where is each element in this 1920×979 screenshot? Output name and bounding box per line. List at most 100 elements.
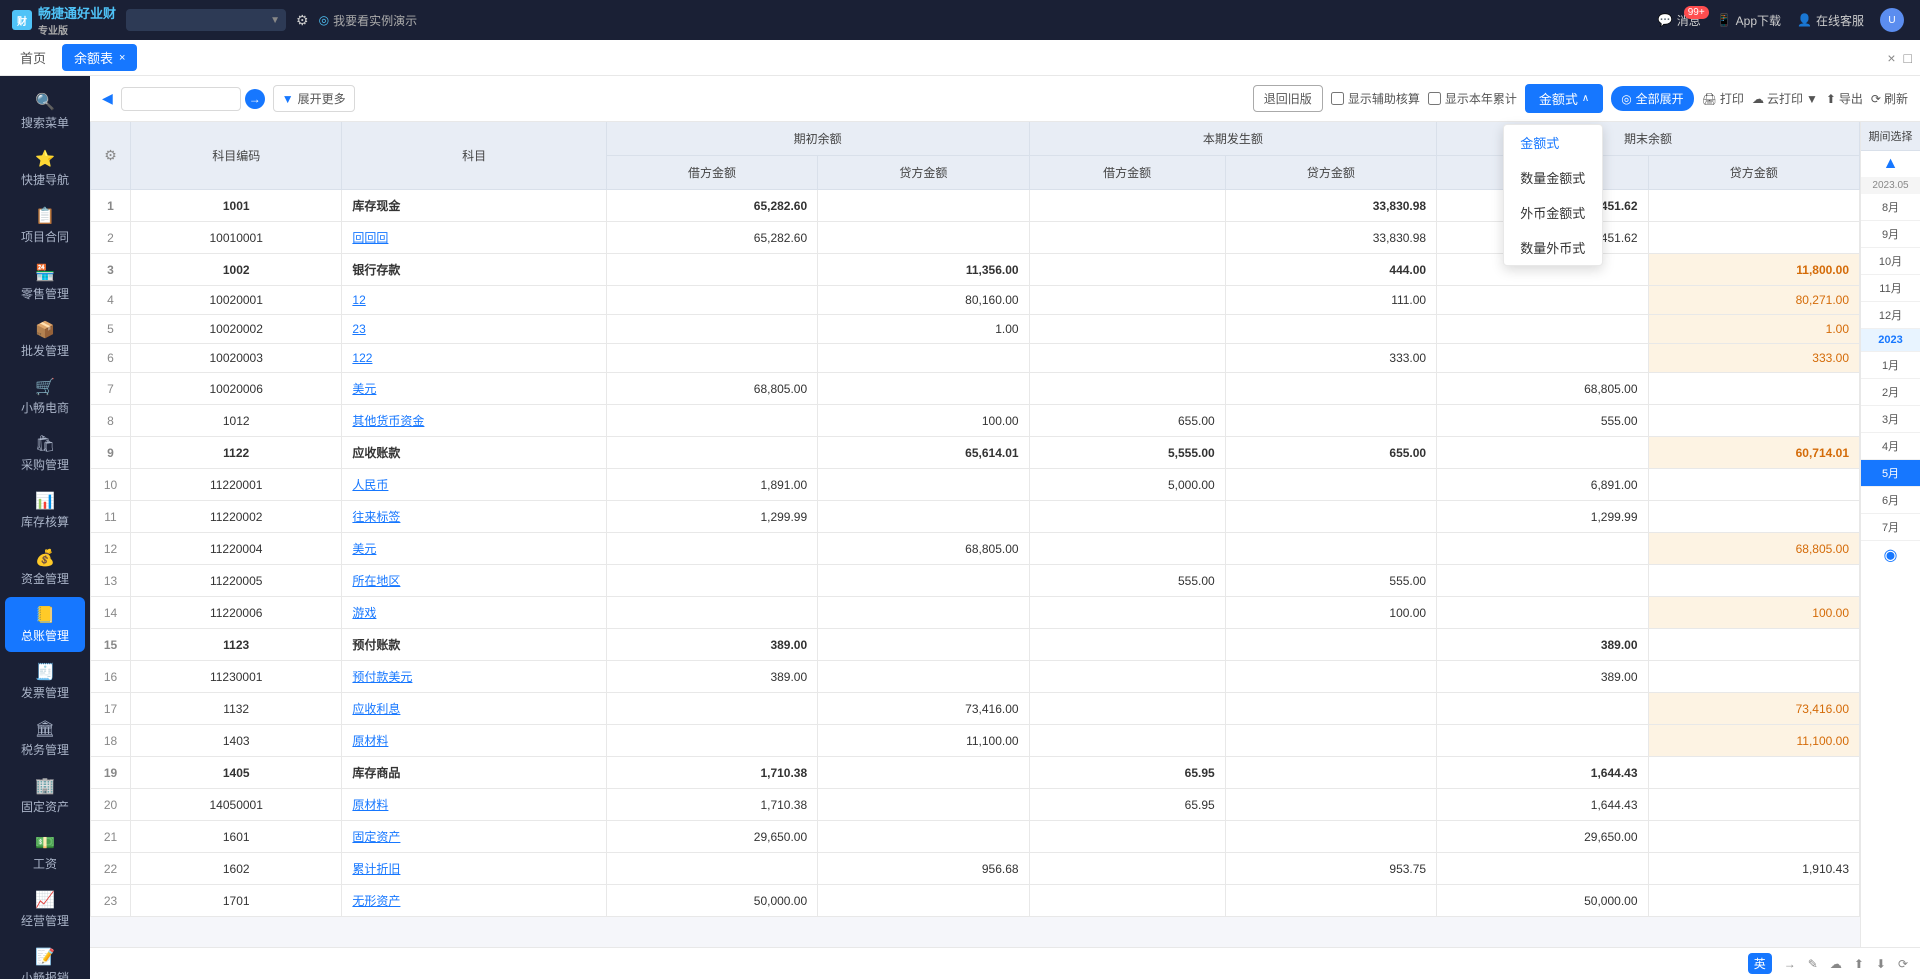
period-item-8[interactable]: 8月 (1861, 194, 1920, 221)
period-nav-up[interactable]: ▲ (1861, 151, 1920, 177)
sidebar-item-expense[interactable]: 📝 小畅报销 (5, 939, 85, 979)
table-settings-icon[interactable]: ⚙ (104, 147, 117, 163)
table-cell: 1,299.99 (606, 501, 817, 533)
account-name-cell[interactable]: 固定资产 (342, 821, 606, 853)
period-year-2023[interactable]: 2023 (1861, 329, 1920, 352)
user-avatar-button[interactable]: U (1880, 8, 1908, 32)
sidebar-item-retail[interactable]: 🏪 零售管理 (5, 255, 85, 310)
period-item-9[interactable]: 9月 (1861, 221, 1920, 248)
table-cell: 1.00 (1648, 315, 1859, 344)
nav-arrow-button[interactable]: → (245, 89, 265, 109)
account-search-input[interactable]: 全部 (121, 87, 241, 111)
table-row: 191405库存商品1,710.3865.951,644.43 (91, 757, 1860, 789)
app-download-button[interactable]: 📱 App下载 (1717, 12, 1781, 29)
auxiliary-checkbox[interactable] (1331, 92, 1344, 105)
table-cell (606, 254, 817, 286)
account-name-cell[interactable]: 人民币 (342, 469, 606, 501)
sidebar-item-purchase[interactable]: 🛍 采购管理 (5, 426, 85, 481)
edit-icon[interactable]: ✎ (1808, 957, 1818, 971)
account-name-cell[interactable]: 预付款美元 (342, 661, 606, 693)
table-cell (1437, 533, 1648, 565)
sync-icon[interactable]: ⟳ (1898, 957, 1908, 971)
period-item-1[interactable]: 1月 (1861, 352, 1920, 379)
yearly-check[interactable]: 显示本年累计 (1428, 90, 1517, 107)
lang-icon[interactable]: 英 (1748, 953, 1772, 974)
account-name-cell[interactable]: 回回回 (342, 222, 606, 254)
period-item-10[interactable]: 10月 (1861, 248, 1920, 275)
expand-more-button[interactable]: ▼ 展开更多 (273, 85, 355, 112)
period-item-5[interactable]: 5月 (1861, 460, 1920, 487)
period-item-12[interactable]: 12月 (1861, 302, 1920, 329)
sidebar-item-salary[interactable]: 💵 工资 (5, 825, 85, 880)
download-icon[interactable]: ⬇ (1876, 957, 1886, 971)
online-service-button[interactable]: 👤 在线客服 (1797, 12, 1864, 29)
jine-dropdown-button[interactable]: 金额式 ∧ (1525, 84, 1603, 113)
window-close-button[interactable]: × (1887, 50, 1895, 66)
table-cell (1648, 405, 1859, 437)
account-name-cell[interactable]: 无形资产 (342, 885, 606, 917)
jine-option-qty-foreign[interactable]: 数量外币式 (1504, 230, 1602, 265)
search-wrapper[interactable]: ▼ (126, 9, 286, 31)
upload-icon[interactable]: ⬆ (1854, 957, 1864, 971)
table-cell (1437, 597, 1648, 629)
account-name-cell[interactable]: 应收利息 (342, 693, 606, 725)
sidebar-item-fixedassets[interactable]: 🏢 固定资产 (5, 768, 85, 823)
settings-button[interactable]: ⚙ (296, 12, 309, 29)
tab-close-button[interactable]: × (119, 52, 125, 64)
account-name-cell[interactable]: 所在地区 (342, 565, 606, 597)
window-maximize-button[interactable]: □ (1904, 50, 1912, 66)
period-item-11[interactable]: 11月 (1861, 275, 1920, 302)
tab-balance[interactable]: 余额表 × (62, 44, 137, 71)
nav-back-button[interactable]: ◀ (102, 90, 113, 107)
sidebar-item-invoice[interactable]: 🧾 发票管理 (5, 654, 85, 709)
export-button[interactable]: ⬆ 导出 (1826, 90, 1863, 107)
sidebar-item-inventory[interactable]: 📊 库存核算 (5, 483, 85, 538)
jine-option-qty-money[interactable]: 数量金额式 (1504, 160, 1602, 195)
jine-option-money[interactable]: 金额式 (1504, 125, 1602, 160)
sidebar-item-tax[interactable]: 🏛 税务管理 (5, 711, 85, 766)
account-name-cell[interactable]: 原材料 (342, 725, 606, 757)
account-name-cell[interactable]: 往来标签 (342, 501, 606, 533)
sidebar-item-ledger[interactable]: 📒 总账管理 (5, 597, 85, 652)
table-row: 211601固定资产29,650.0029,650.00 (91, 821, 1860, 853)
period-item-2[interactable]: 2月 (1861, 379, 1920, 406)
sidebar-item-search[interactable]: 🔍 搜索菜单 (5, 84, 85, 139)
account-name-cell[interactable]: 累计折旧 (342, 853, 606, 885)
sidebar-item-ecommerce[interactable]: 🛒 小畅电商 (5, 369, 85, 424)
auxiliary-check[interactable]: 显示辅助核算 (1331, 90, 1420, 107)
account-name-cell[interactable]: 23 (342, 315, 606, 344)
sidebar-item-project[interactable]: 📋 项目合同 (5, 198, 85, 253)
search-input[interactable] (126, 9, 286, 31)
user-avatar: U (1880, 8, 1904, 32)
period-item-4[interactable]: 4月 (1861, 433, 1920, 460)
account-name-cell[interactable]: 美元 (342, 373, 606, 405)
account-name-cell[interactable]: 原材料 (342, 789, 606, 821)
cloud-print-button[interactable]: ☁ 云打印 ▼ (1752, 90, 1818, 107)
table-cell (1029, 190, 1225, 222)
return-old-button[interactable]: 退回旧版 (1253, 85, 1323, 112)
demo-link[interactable]: ◎ 我要看实例演示 (319, 12, 418, 29)
period-item-3[interactable]: 3月 (1861, 406, 1920, 433)
period-nav-down[interactable]: ◉ (1861, 541, 1920, 569)
account-name-cell[interactable]: 美元 (342, 533, 606, 565)
account-name-cell[interactable]: 游戏 (342, 597, 606, 629)
table-cell: 1403 (131, 725, 342, 757)
refresh-button[interactable]: ⟳ 刷新 (1871, 90, 1908, 107)
yearly-checkbox[interactable] (1428, 92, 1441, 105)
sidebar-item-capital[interactable]: 💰 资金管理 (5, 540, 85, 595)
period-item-6[interactable]: 6月 (1861, 487, 1920, 514)
sidebar-item-operation[interactable]: 📈 经营管理 (5, 882, 85, 937)
print-button[interactable]: 🖨 打印 (1702, 90, 1744, 107)
period-item-7[interactable]: 7月 (1861, 514, 1920, 541)
full-expand-button[interactable]: ◎ 全部展开 (1611, 86, 1694, 111)
account-name-cell[interactable]: 122 (342, 344, 606, 373)
account-name-cell[interactable]: 其他货币资金 (342, 405, 606, 437)
account-name-cell[interactable]: 12 (342, 286, 606, 315)
sidebar-item-wholesale[interactable]: 📦 批发管理 (5, 312, 85, 367)
messages-button[interactable]: 💬 消息 99+ (1658, 12, 1701, 29)
tab-home[interactable]: 首页 (8, 42, 58, 73)
sidebar-item-quicknav[interactable]: ⭐ 快捷导航 (5, 141, 85, 196)
jine-option-foreign-money[interactable]: 外币金额式 (1504, 195, 1602, 230)
cloud-icon[interactable]: ☁ (1830, 957, 1842, 971)
table-cell: 11220006 (131, 597, 342, 629)
